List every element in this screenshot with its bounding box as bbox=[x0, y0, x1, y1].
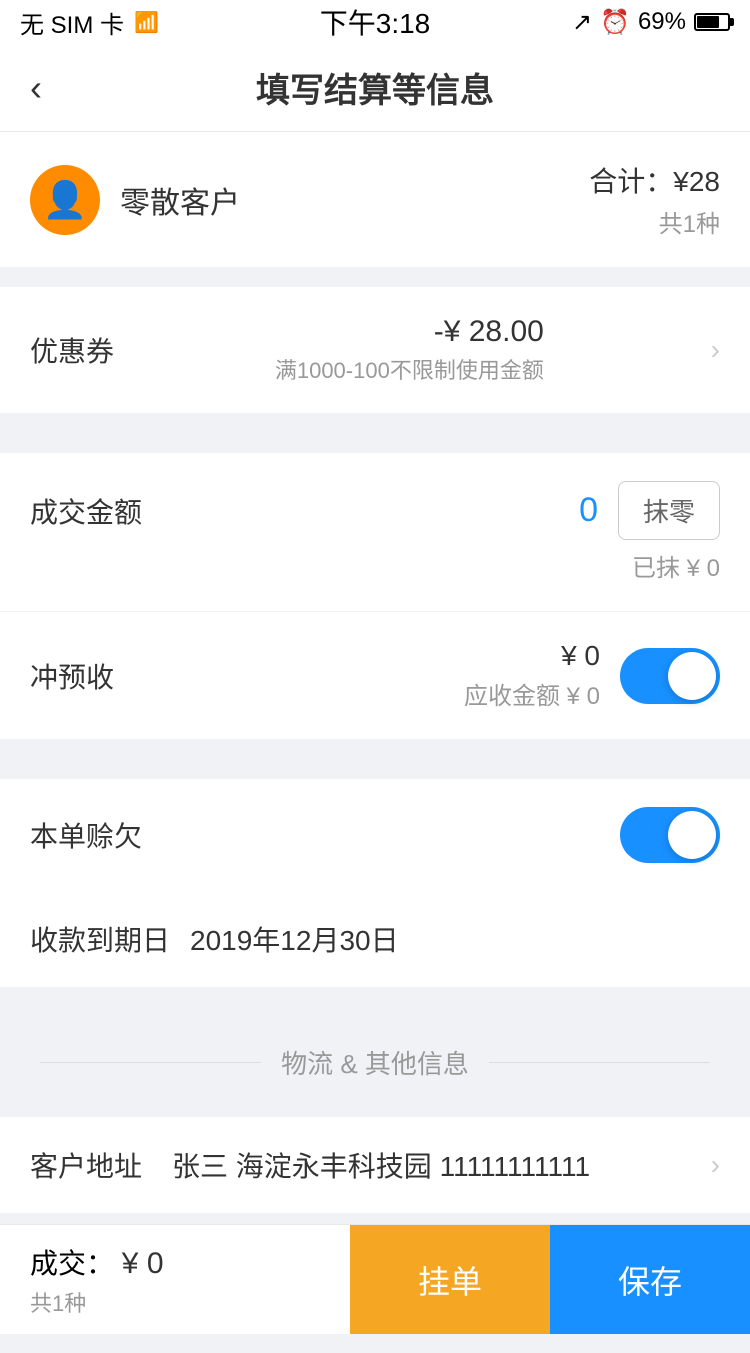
prepay-amount: ¥ 0 bbox=[464, 640, 600, 672]
prepay-label: 冲预收 bbox=[30, 656, 114, 696]
credit-row: 本单赊欠 bbox=[0, 779, 750, 891]
transaction-sub: 已抹 ¥ 0 bbox=[30, 548, 720, 583]
logistics-divider: 物流 & 其他信息 bbox=[0, 1027, 750, 1097]
address-chevron-icon: › bbox=[711, 1149, 720, 1181]
status-bar: 无 SIM 卡 📶 下午3:18 ↗ ⏰ 69% bbox=[0, 0, 750, 44]
bottom-deal-amount: ¥ 0 bbox=[122, 1247, 164, 1280]
coupon-right: -¥ 28.00 满1000-100不限制使用金额 bbox=[275, 315, 544, 385]
coupon-chevron-icon: › bbox=[711, 334, 720, 366]
customer-row: 👤 零散客户 合计：¥28 共1种 bbox=[0, 132, 750, 267]
avatar-icon: 👤 bbox=[43, 179, 88, 221]
prepay-row: 冲预收 ¥ 0 应收金额 ¥ 0 bbox=[0, 612, 750, 739]
status-bar-time: 下午3:18 bbox=[320, 2, 431, 42]
coupon-label: 优惠券 bbox=[30, 330, 114, 370]
due-date-value: 2019年12月30日 bbox=[190, 919, 399, 959]
transaction-top: 成交金额 0 抹零 bbox=[30, 481, 720, 540]
toggle-knob bbox=[668, 652, 716, 700]
main-content: 👤 零散客户 合计：¥28 共1种 优惠券 -¥ 28.00 满1000-100… bbox=[0, 132, 750, 1353]
customer-name: 零散客户 bbox=[120, 178, 240, 222]
status-bar-right: ↗ ⏰ 69% bbox=[572, 8, 730, 37]
separator-2 bbox=[0, 759, 750, 779]
credit-toggle-knob bbox=[668, 811, 716, 859]
total-count: 共1种 bbox=[589, 204, 720, 239]
separator-4 bbox=[0, 1097, 750, 1117]
credit-section: 本单赊欠 收款到期日 2019年12月30日 bbox=[0, 779, 750, 987]
prepay-right: ¥ 0 应收金额 ¥ 0 bbox=[464, 640, 720, 711]
wifi-icon: 📶 bbox=[134, 10, 159, 35]
carrier-label: 无 SIM 卡 bbox=[20, 5, 124, 40]
address-row[interactable]: 客户地址 张三 海淀永丰科技园 11111111111 › bbox=[0, 1117, 750, 1213]
address-value: 张三 海淀永丰科技园 11111111111 bbox=[172, 1145, 705, 1185]
separator-1 bbox=[0, 433, 750, 453]
bottom-deal-label: 成交： bbox=[30, 1248, 114, 1279]
customer-section: 👤 零散客户 合计：¥28 共1种 bbox=[0, 132, 750, 267]
alarm-icon: ⏰ bbox=[600, 8, 630, 37]
round-button[interactable]: 抹零 bbox=[618, 481, 720, 540]
battery-icon bbox=[694, 13, 730, 31]
coupon-desc: 满1000-100不限制使用金额 bbox=[275, 353, 544, 385]
save-label: 保存 bbox=[618, 1257, 682, 1303]
customer-left: 👤 零散客户 bbox=[30, 165, 240, 235]
pending-label: 挂单 bbox=[418, 1257, 482, 1303]
nav-bar: ‹ 填写结算等信息 bbox=[0, 44, 750, 132]
bottom-deal-row: 成交： ¥ 0 bbox=[30, 1242, 320, 1282]
transaction-value-wrap: 0 抹零 bbox=[579, 481, 720, 540]
address-section: 客户地址 张三 海淀永丰科技园 11111111111 › bbox=[0, 1117, 750, 1213]
address-label: 客户地址 bbox=[30, 1145, 142, 1185]
battery-label: 69% bbox=[638, 8, 686, 36]
prepay-receivable: 应收金额 ¥ 0 bbox=[464, 676, 600, 711]
page-title: 填写结算等信息 bbox=[256, 63, 494, 112]
coupon-discount: -¥ 28.00 bbox=[275, 315, 544, 349]
avatar: 👤 bbox=[30, 165, 100, 235]
bottom-bar: 成交： ¥ 0 共1种 挂单 保存 bbox=[0, 1224, 750, 1334]
save-button[interactable]: 保存 bbox=[550, 1225, 750, 1334]
pending-button[interactable]: 挂单 bbox=[350, 1225, 550, 1334]
total-amount: 合计：¥28 bbox=[589, 160, 720, 200]
transaction-value: 0 bbox=[579, 491, 598, 530]
customer-right: 合计：¥28 共1种 bbox=[589, 160, 720, 239]
transaction-section: 成交金额 0 抹零 已抹 ¥ 0 冲预收 ¥ 0 应收金额 ¥ 0 bbox=[0, 453, 750, 739]
back-button[interactable]: ‹ bbox=[30, 67, 42, 109]
status-bar-left: 无 SIM 卡 📶 bbox=[20, 5, 159, 40]
bottom-info: 成交： ¥ 0 共1种 bbox=[0, 1225, 350, 1334]
separator-3 bbox=[0, 1007, 750, 1027]
transaction-label: 成交金额 bbox=[30, 491, 142, 531]
logistics-label: 物流 & 其他信息 bbox=[261, 1044, 489, 1081]
due-date-row: 收款到期日 2019年12月30日 bbox=[0, 891, 750, 987]
due-date-label: 收款到期日 bbox=[30, 919, 170, 959]
transaction-row: 成交金额 0 抹零 已抹 ¥ 0 bbox=[0, 453, 750, 612]
prepay-amounts: ¥ 0 应收金额 ¥ 0 bbox=[464, 640, 600, 711]
credit-toggle[interactable] bbox=[620, 807, 720, 863]
location-icon: ↗ bbox=[572, 8, 592, 37]
prepay-toggle[interactable] bbox=[620, 648, 720, 704]
coupon-row[interactable]: 优惠券 -¥ 28.00 满1000-100不限制使用金额 › bbox=[0, 287, 750, 413]
coupon-section: 优惠券 -¥ 28.00 满1000-100不限制使用金额 › bbox=[0, 287, 750, 413]
credit-label: 本单赊欠 bbox=[30, 815, 142, 855]
bottom-count: 共1种 bbox=[30, 1286, 320, 1318]
